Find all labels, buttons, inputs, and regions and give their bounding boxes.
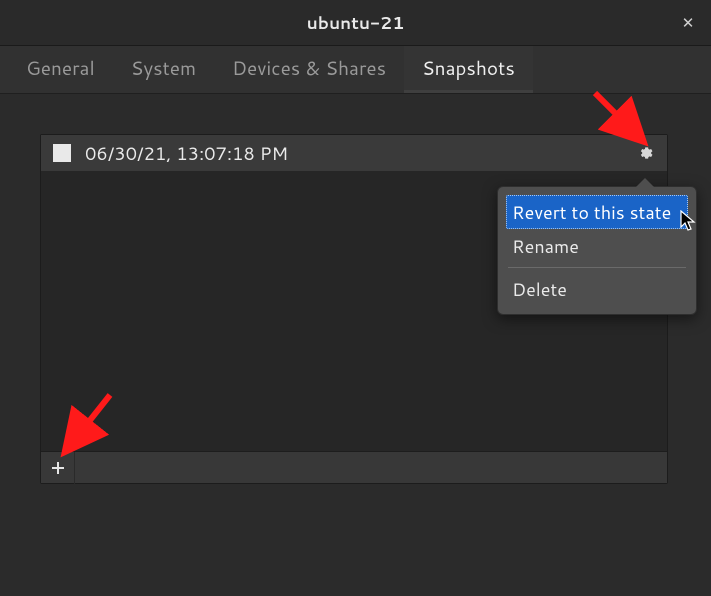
toolbar-bottom [41,451,667,483]
snapshot-timestamp: 06/30/21, 13:07:18 PM [85,140,631,166]
close-icon[interactable]: ✕ [677,12,699,34]
add-snapshot-button[interactable] [41,452,75,484]
plus-icon [51,461,65,475]
menu-separator [508,267,686,268]
titlebar: ubuntu-21 ✕ [0,0,711,46]
snapshot-thumbnail-icon [53,144,71,162]
tab-snapshots[interactable]: Snapshots [404,46,533,93]
snapshot-row[interactable]: 06/30/21, 13:07:18 PM [41,135,667,171]
gear-icon[interactable] [631,139,659,167]
tab-devices-shares[interactable]: Devices & Shares [214,46,404,93]
window-title: ubuntu-21 [307,11,405,35]
tab-general[interactable]: General [8,46,113,93]
tab-bar: General System Devices & Shares Snapshot… [0,46,711,94]
menu-item-delete[interactable]: Delete [506,272,688,306]
menu-item-revert[interactable]: Revert to this state [506,195,688,229]
snapshot-context-menu: Revert to this state Rename Delete [497,186,697,315]
menu-item-rename[interactable]: Rename [506,229,688,263]
tab-system[interactable]: System [113,46,214,93]
